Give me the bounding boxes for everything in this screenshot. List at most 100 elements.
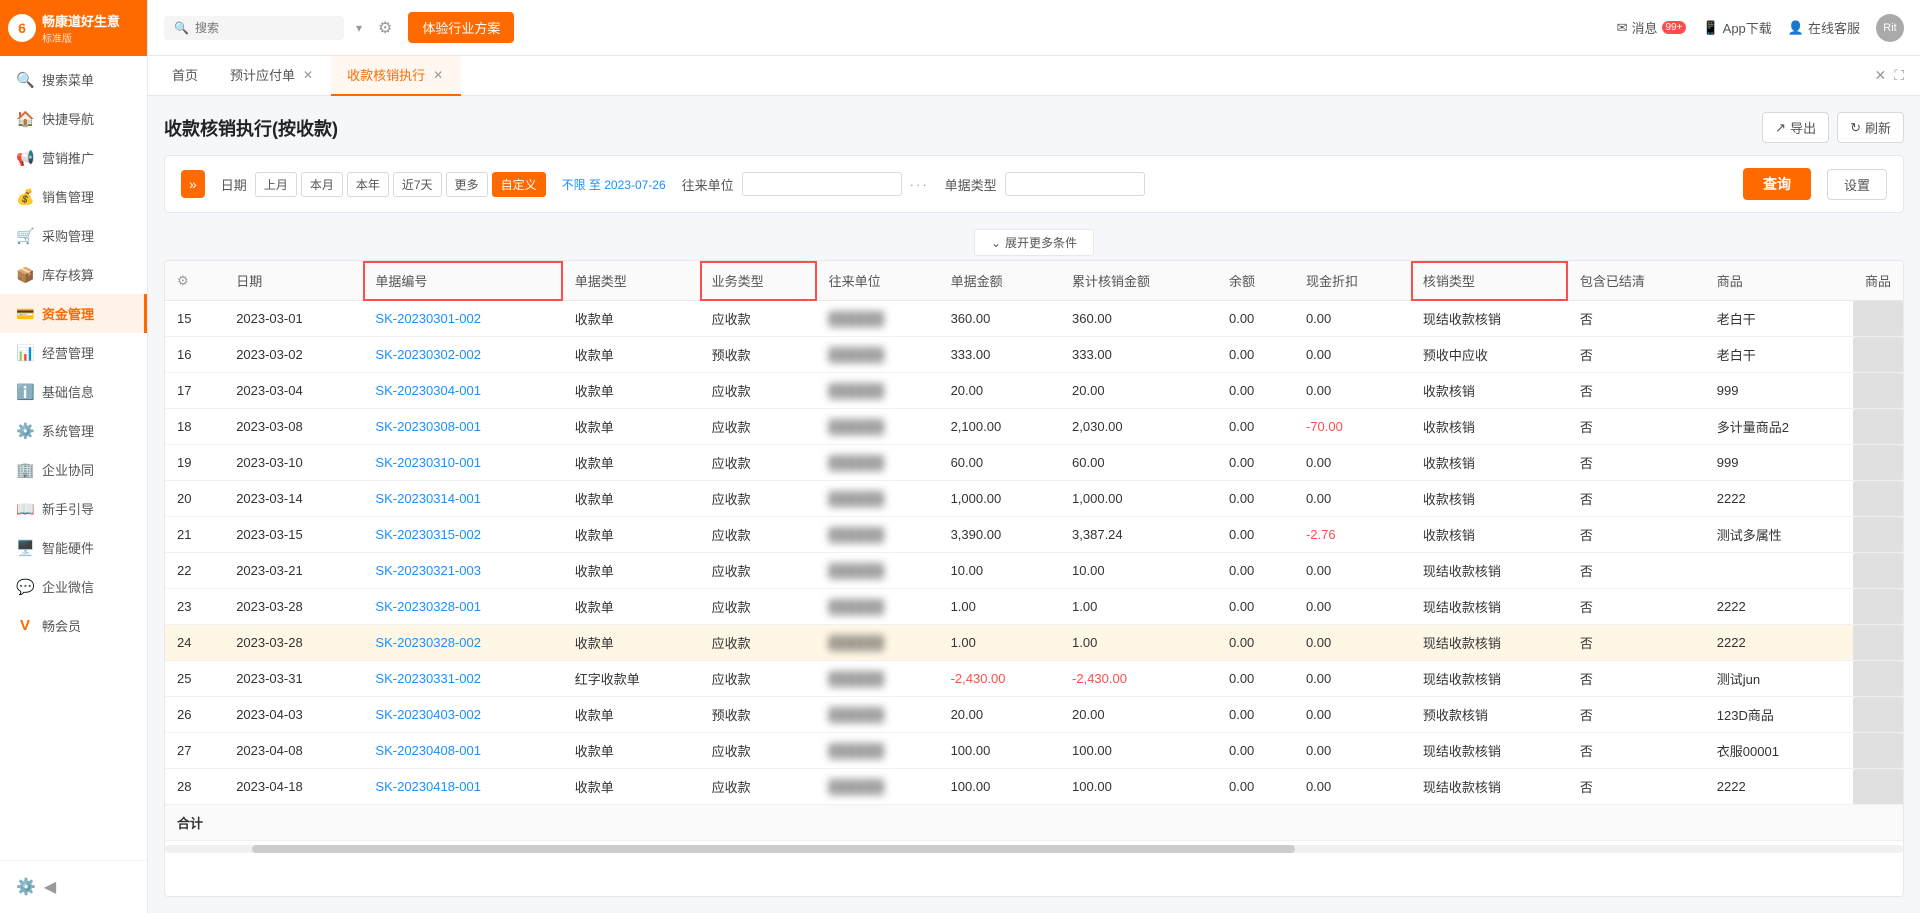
doc-link[interactable]: SK-20230302-002	[375, 347, 481, 362]
avatar[interactable]: Rit	[1876, 14, 1904, 42]
cell-code[interactable]: SK-20230314-001	[363, 481, 562, 517]
cell-code[interactable]: SK-20230308-001	[363, 409, 562, 445]
sidebar-item-quicknav[interactable]: 🏠 快捷导航	[0, 99, 147, 138]
doc-link[interactable]: SK-20230418-001	[375, 779, 481, 794]
doc-link[interactable]: SK-20230321-003	[375, 563, 481, 578]
cell-balance: 0.00	[1217, 589, 1294, 625]
cell-type: 收款单	[563, 589, 700, 625]
topbar-app[interactable]: 📱 App下载	[1702, 18, 1771, 37]
cell-code[interactable]: SK-20230315-002	[363, 517, 562, 553]
doc-link[interactable]: SK-20230328-001	[375, 599, 481, 614]
query-button[interactable]: 查询	[1743, 168, 1811, 200]
filter-toggle-btn[interactable]: »	[181, 170, 205, 198]
doc-link[interactable]: SK-20230304-001	[375, 383, 481, 398]
cell-code[interactable]: SK-20230418-001	[363, 769, 562, 805]
footer-discount	[1294, 805, 1411, 841]
footer-verified	[1060, 805, 1217, 841]
doc-link[interactable]: SK-20230403-002	[375, 707, 481, 722]
col-code: 单据编号	[363, 261, 562, 301]
tab-prepay[interactable]: 预计应付单 ✕	[214, 56, 331, 96]
sidebar-item-sales[interactable]: 💰 销售管理	[0, 177, 147, 216]
cell-code[interactable]: SK-20230403-002	[363, 697, 562, 733]
doc-link[interactable]: SK-20230301-002	[375, 311, 481, 326]
sidebar-item-hardware[interactable]: 🖥️ 智能硬件	[0, 528, 147, 567]
cell-biztype: 预收款	[700, 337, 817, 373]
sidebar-item-search[interactable]: 🔍 搜索菜单	[0, 60, 147, 99]
cell-goods2	[1853, 769, 1903, 805]
topbar-service[interactable]: 👤 在线客服	[1788, 18, 1860, 37]
col-settings[interactable]: ⚙	[165, 261, 224, 301]
tab-prepay-close[interactable]: ✕	[301, 66, 315, 84]
doc-link[interactable]: SK-20230314-001	[375, 491, 481, 506]
cell-code[interactable]: SK-20230321-003	[363, 553, 562, 589]
cell-code[interactable]: SK-20230328-001	[363, 589, 562, 625]
cell-code[interactable]: SK-20230328-002	[363, 625, 562, 661]
filter-date-7days[interactable]: 近7天	[393, 172, 442, 197]
window-expand-icon[interactable]: ⛶	[1894, 67, 1904, 84]
cell-customer: ██████	[817, 445, 939, 481]
home-icon: 🏠	[16, 110, 34, 128]
cell-code[interactable]: SK-20230302-002	[363, 337, 562, 373]
sidebar-item-member[interactable]: V 畅会员	[0, 606, 147, 645]
sidebar-item-wechat[interactable]: 💬 企业微信	[0, 567, 147, 606]
doc-link[interactable]: SK-20230328-002	[375, 635, 481, 650]
table-settings-button[interactable]: 设置	[1827, 169, 1887, 200]
cell-goods2	[1853, 337, 1903, 373]
topbar-msg[interactable]: ✉ 消息 99+	[1617, 18, 1687, 37]
collapse-icon[interactable]: ◀	[44, 877, 56, 897]
doc-link[interactable]: SK-20230408-001	[375, 743, 481, 758]
industry-btn[interactable]: 体验行业方案	[408, 12, 514, 43]
scrollbar-thumb[interactable]	[252, 845, 1295, 853]
tab-receipt-close[interactable]: ✕	[431, 66, 445, 84]
sidebar-item-corp[interactable]: 🏢 企业协同	[0, 450, 147, 489]
topbar-search-input[interactable]	[195, 21, 315, 35]
sidebar-item-purchase[interactable]: 🛒 采购管理	[0, 216, 147, 255]
tab-home[interactable]: 首页	[156, 56, 214, 96]
cell-code[interactable]: SK-20230310-001	[363, 445, 562, 481]
filter-receipt-type-select[interactable]	[1005, 172, 1145, 196]
expand-conditions-btn[interactable]: ⌄ 展开更多条件	[974, 229, 1094, 256]
export-icon: ↗	[1775, 120, 1786, 136]
cell-code[interactable]: SK-20230304-001	[363, 373, 562, 409]
sidebar-item-guide[interactable]: 📖 新手引导	[0, 489, 147, 528]
window-close-icon[interactable]: ✕	[1874, 67, 1886, 84]
cell-type: 收款单	[563, 697, 700, 733]
filter-date-this-year[interactable]: 本年	[347, 172, 389, 197]
sidebar-item-finance[interactable]: 💳 资金管理	[0, 294, 147, 333]
filter-date-custom[interactable]: 自定义	[492, 172, 546, 197]
sidebar-item-system[interactable]: ⚙️ 系统管理	[0, 411, 147, 450]
footer-type	[563, 805, 700, 841]
filter-date-last-month[interactable]: 上月	[255, 172, 297, 197]
doc-link[interactable]: SK-20230308-001	[375, 419, 481, 434]
cell-discount: 0.00	[1294, 445, 1411, 481]
filter-customer-input[interactable]	[742, 172, 902, 196]
cell-goods2	[1853, 517, 1903, 553]
filter-date-options: 上月 本月 本年 近7天 更多 自定义	[255, 172, 546, 197]
sidebar-item-marketing[interactable]: 📢 营销推广	[0, 138, 147, 177]
cell-verifytype: 现结收款核销	[1411, 661, 1568, 697]
topbar-search-box[interactable]: 🔍	[164, 16, 344, 40]
settings-bottom-icon[interactable]: ⚙️	[16, 877, 36, 897]
cell-goods2	[1853, 697, 1903, 733]
cell-code[interactable]: SK-20230331-002	[363, 661, 562, 697]
topbar-gear-icon[interactable]: ⚙	[374, 14, 396, 42]
cell-discount: 0.00	[1294, 625, 1411, 661]
refresh-button[interactable]: ↻ 刷新	[1837, 112, 1904, 143]
cell-settled: 否	[1568, 625, 1705, 661]
cell-code[interactable]: SK-20230301-002	[363, 301, 562, 337]
filter-date-more[interactable]: 更多	[446, 172, 488, 197]
sidebar-item-basic[interactable]: ℹ️ 基础信息	[0, 372, 147, 411]
cell-seq: 27	[165, 733, 224, 769]
doc-link[interactable]: SK-20230315-002	[375, 527, 481, 542]
export-button[interactable]: ↗ 导出	[1762, 112, 1829, 143]
filter-date-this-month[interactable]: 本月	[301, 172, 343, 197]
refresh-icon: ↻	[1850, 120, 1861, 136]
sidebar-item-operation[interactable]: 📊 经营管理	[0, 333, 147, 372]
doc-link[interactable]: SK-20230331-002	[375, 671, 481, 686]
horizontal-scrollbar[interactable]	[165, 845, 1903, 853]
cell-code[interactable]: SK-20230408-001	[363, 733, 562, 769]
doc-link[interactable]: SK-20230310-001	[375, 455, 481, 470]
sidebar-item-inventory[interactable]: 📦 库存核算	[0, 255, 147, 294]
cell-date: 2023-03-15	[224, 517, 363, 553]
tab-receipt[interactable]: 收款核销执行 ✕	[331, 56, 461, 96]
